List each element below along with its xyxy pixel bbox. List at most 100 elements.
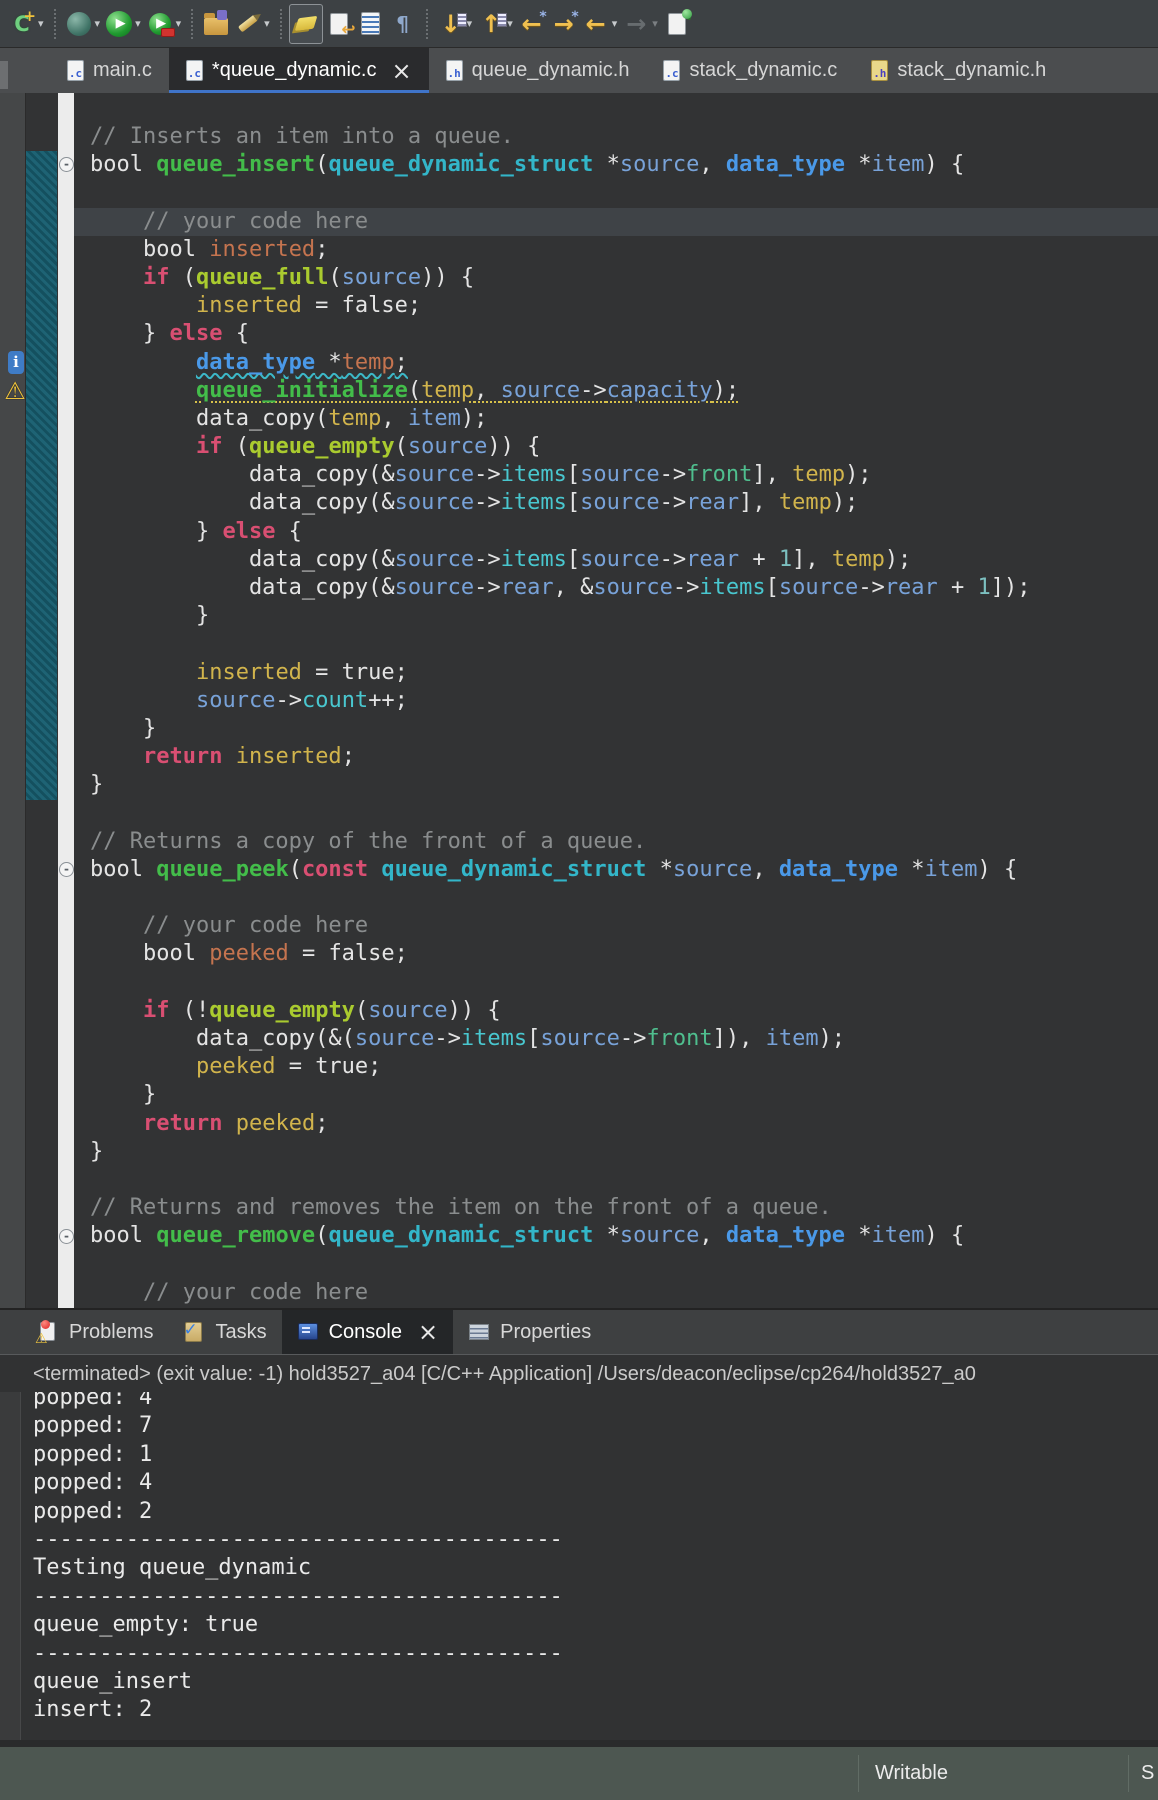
code-line: data_copy(&source->rear, &source->items[…	[90, 575, 1031, 600]
console-process-header: <terminated> (exit value: -1) hold3527_a…	[0, 1354, 1158, 1392]
dropdown-arrow-icon[interactable]: ▾	[264, 17, 270, 30]
show-whitespace-button[interactable]: ¶	[387, 4, 419, 44]
console-line: popped: 1	[33, 1441, 153, 1467]
toolbar-separator	[53, 8, 56, 39]
writable-status-label: Writable	[875, 1762, 948, 1784]
new-c-project-button[interactable]: C + ▾	[6, 4, 47, 44]
code-line: // your code here	[142, 913, 369, 939]
fold-collapse-marker[interactable]: -	[59, 1228, 74, 1244]
h-file-icon: .h	[445, 60, 463, 81]
code-line: } else {	[90, 518, 302, 544]
run-icon: ▶	[104, 9, 134, 39]
outline-icon	[356, 9, 386, 39]
debug-button[interactable]: ▾	[63, 4, 104, 44]
last-edit-location-icon: ← *	[521, 8, 547, 38]
console-output[interactable]: popped: 4 popped: 7 popped: 1 popped: 4 popp…	[0, 1392, 1158, 1740]
search-icon	[233, 9, 263, 39]
panel-tab-label: Console	[328, 1320, 402, 1343]
console-icon	[297, 1320, 319, 1344]
code-line: // Returns a copy of the front of a queu…	[90, 828, 647, 854]
close-console-icon[interactable]: ×	[418, 1320, 438, 1344]
code-text-area[interactable]: // Inserts an item into a queue. bool que…	[74, 93, 1158, 1308]
new-c-project-icon: C +	[14, 6, 36, 36]
info-marker-icon[interactable]: i	[8, 350, 24, 374]
panel-tab-problems[interactable]: ⚠ Problems	[22, 1310, 168, 1354]
code-line: }	[90, 603, 210, 629]
dropdown-arrow-icon[interactable]: ▾	[612, 17, 618, 30]
dropdown-arrow-icon[interactable]: ▾	[135, 17, 141, 30]
bottom-panel-tabbar: ⚠ Problems ✓ Tasks Console × Properties	[0, 1310, 1158, 1354]
code-line: // Inserts an item into a queue.	[90, 124, 514, 149]
save-and-return-button[interactable]: ↩	[323, 4, 356, 44]
back-button[interactable]: ← ▾	[580, 4, 621, 44]
code-line: bool queue_remove(queue_dynamic_struct *…	[90, 1223, 965, 1249]
external-tools-icon: ▶	[145, 9, 175, 39]
toggle-mark-occurrences-button[interactable]	[288, 3, 323, 44]
code-line: peeked = true;	[195, 1054, 382, 1080]
dropdown-arrow-icon[interactable]: ▾	[467, 17, 473, 30]
bottom-panel: ⚠ Problems ✓ Tasks Console × Properties <termi…	[0, 1308, 1158, 1740]
forward-button: → ▾	[620, 4, 661, 44]
close-tab-icon[interactable]: ×	[391, 59, 411, 83]
console-line: insert: 2	[33, 1697, 153, 1723]
editor-annotation-gutter	[0, 93, 26, 1308]
console-line: popped: 4	[33, 1392, 153, 1410]
console-line: Testing queue_dynamic	[33, 1555, 312, 1581]
code-line: }	[90, 715, 157, 741]
dropdown-arrow-icon[interactable]: ▾	[507, 17, 513, 30]
toggle-mark-occurrences-icon	[291, 9, 321, 39]
outline-button[interactable]	[355, 4, 387, 44]
properties-icon	[468, 1320, 490, 1344]
dropdown-arrow-icon[interactable]: ▾	[95, 17, 101, 30]
dropdown-arrow-icon[interactable]: ▾	[652, 17, 658, 30]
code-line: bool queue_peek(const queue_dynamic_stru…	[90, 856, 1018, 882]
code-line: if (queue_full(source)) {	[142, 264, 475, 290]
panel-tab-label: Problems	[69, 1320, 154, 1343]
warning-marker-icon[interactable]: ⚠	[4, 377, 26, 405]
open-folder-button[interactable]	[200, 4, 232, 44]
console-line: ----------------------------------------	[33, 1527, 563, 1553]
tab-label: main.c	[93, 59, 152, 81]
code-editor[interactable]: // Inserts an item into a queue. bool que…	[0, 93, 1158, 1308]
debug-icon	[64, 9, 94, 39]
status-divider	[1128, 1755, 1129, 1792]
run-button[interactable]: ▶ ▾	[103, 4, 144, 44]
previous-annotation-button[interactable]: ↑ ▾	[475, 4, 516, 44]
forward-icon: →	[626, 9, 647, 38]
dropdown-arrow-icon[interactable]: ▾	[38, 17, 44, 30]
function-range-indicator	[26, 151, 57, 800]
console-line: popped: 2	[33, 1498, 153, 1524]
search-button[interactable]: ▾	[232, 4, 273, 44]
panel-tab-properties[interactable]: Properties	[453, 1310, 606, 1354]
panel-tab-label: Tasks	[215, 1320, 267, 1343]
toolbar-separator	[425, 8, 428, 39]
pin-editor-icon	[662, 8, 692, 39]
problems-icon: ⚠	[35, 1320, 59, 1347]
editor-tab-stack_dynamicc[interactable]: .c stack_dynamic.c	[646, 48, 854, 93]
code-line: }	[90, 1138, 104, 1164]
editor-tab-queue_dynamich[interactable]: .h queue_dynamic.h	[429, 48, 647, 93]
panel-tab-console[interactable]: Console ×	[281, 1310, 454, 1354]
next-edit-location-button[interactable]: → *	[548, 4, 580, 44]
editor-tab-mainc[interactable]: .c main.c	[50, 48, 169, 93]
code-line: }	[90, 772, 104, 798]
external-tools-button[interactable]: ▶ ▾	[144, 4, 185, 44]
next-annotation-button[interactable]: ↓ ▾	[435, 4, 476, 44]
code-line: return peeked;	[142, 1110, 329, 1136]
code-line: data_type *temp;	[195, 349, 408, 375]
code-line: }	[90, 1082, 157, 1108]
dropdown-arrow-icon[interactable]: ▾	[176, 17, 182, 30]
last-edit-location-button[interactable]: ← *	[516, 4, 548, 44]
panel-tab-tasks[interactable]: ✓ Tasks	[168, 1310, 281, 1354]
console-line: popped: 7	[33, 1413, 153, 1439]
editor-tab-queue_dynamicc[interactable]: .c *queue_dynamic.c ×	[168, 48, 429, 93]
editor-tab-stack_dynamich[interactable]: .h stack_dynamic.h	[854, 48, 1063, 93]
console-line: ----------------------------------------	[33, 1583, 563, 1609]
pin-editor-button[interactable]	[661, 4, 693, 44]
